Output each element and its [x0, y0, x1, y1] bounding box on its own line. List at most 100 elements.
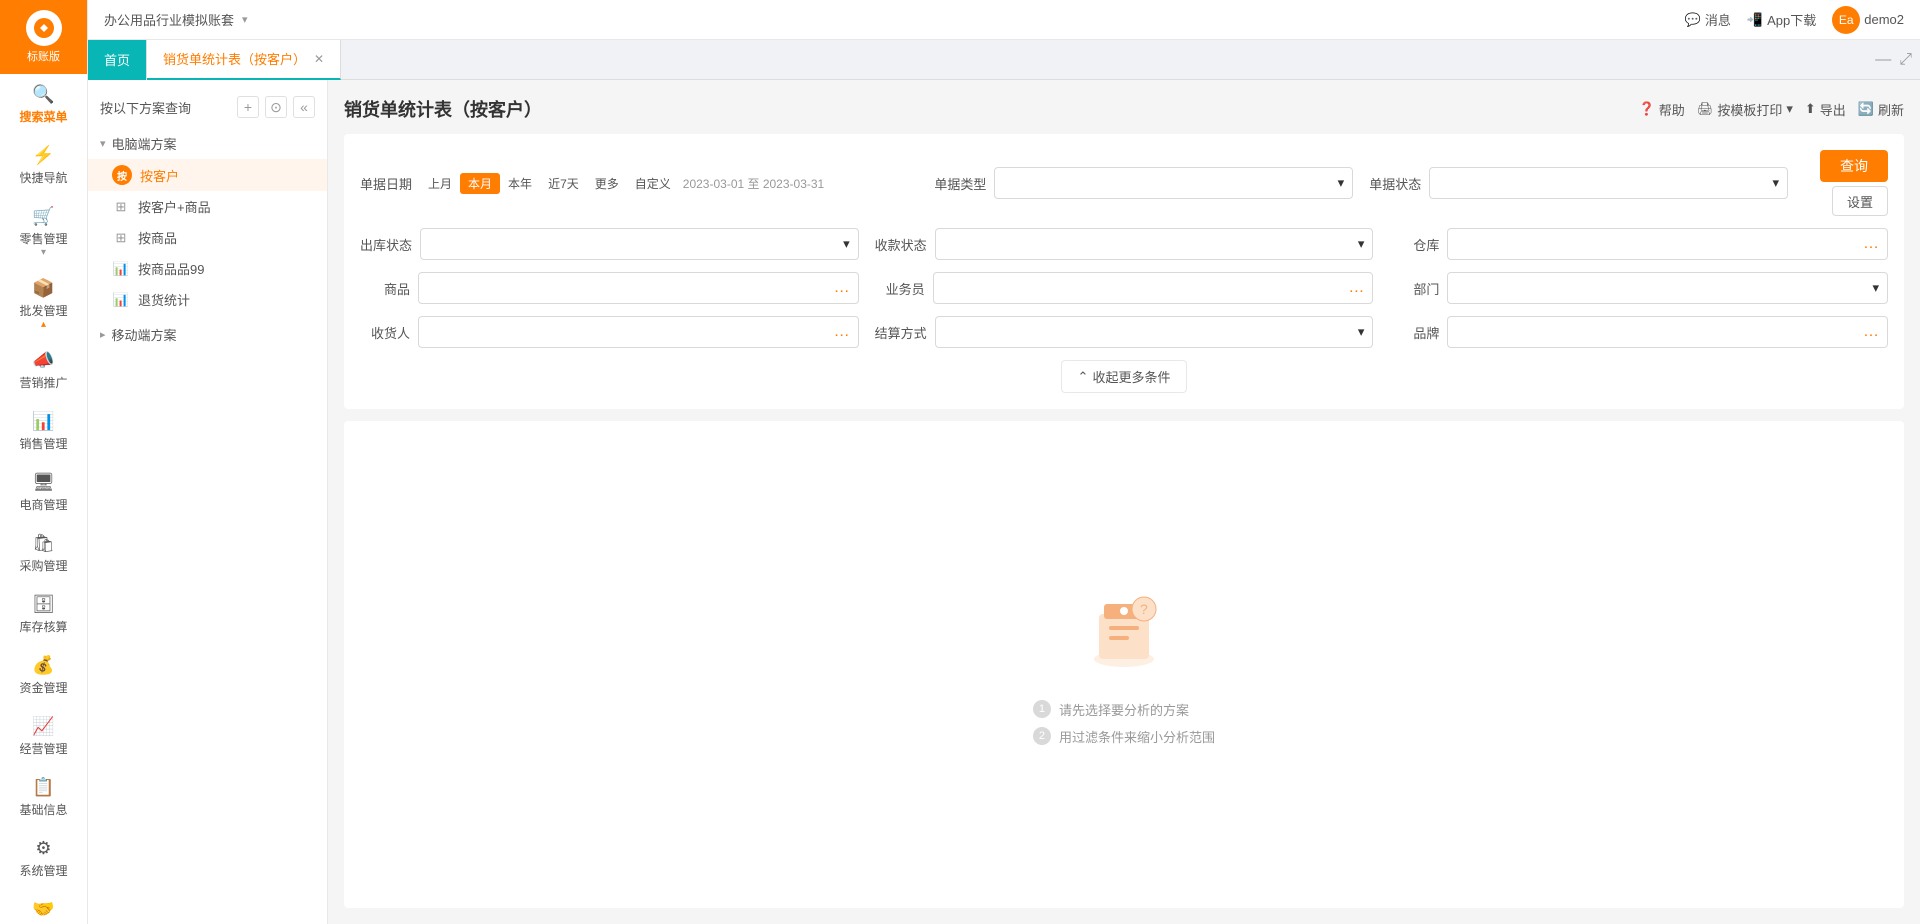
add-scheme-btn[interactable]: +	[237, 96, 259, 118]
date-btn-custom[interactable]: 自定义	[627, 171, 679, 196]
sidebar-menu: 🔍 搜索菜单 ⚡ 快捷导航 🛒 零售管理 ▾ 📦 批发管理 ▴ 📣 营销推广 📊…	[0, 74, 87, 924]
date-btn-more[interactable]: 更多	[587, 171, 627, 196]
tab-report[interactable]: 销货单统计表（按客户） ✕	[147, 40, 341, 80]
tab-home[interactable]: 首页	[88, 40, 147, 80]
refresh-btn[interactable]: 🔄 刷新	[1858, 100, 1904, 119]
sidebar-item-marketing[interactable]: 📣 营销推广	[0, 340, 87, 401]
logo-icon	[26, 10, 62, 46]
brand-dots: …	[1863, 323, 1879, 341]
receiver-label: 收货人	[360, 323, 410, 342]
edit-scheme-btn[interactable]: ⊙	[265, 96, 287, 118]
enterprise-icon: 🤝	[32, 899, 54, 920]
user-area[interactable]: Ea demo2	[1832, 6, 1904, 34]
out-status-label: 出库状态	[360, 235, 412, 254]
salesperson-dots: …	[1348, 279, 1364, 297]
product-icon: ⊞	[112, 229, 130, 247]
payment-method-dropdown[interactable]: ▾	[935, 316, 1374, 348]
empty-state: ? 1 请先选择要分析的方案 2 用过滤条件来缩小分析范围	[344, 524, 1904, 806]
filter-item-out-status: 出库状态 ▾	[360, 228, 859, 260]
sidebar-item-system[interactable]: ⚙ 系统管理	[0, 828, 87, 889]
tree-child-by-customer[interactable]: 按 按客户	[88, 159, 327, 191]
order-status-label: 单据状态	[1369, 174, 1421, 193]
sidebar-item-sales[interactable]: 📊 销售管理	[0, 401, 87, 462]
date-btn-this-month[interactable]: 本月	[460, 173, 500, 194]
top-header: 办公用品行业模拟账套 ▾ 💬 消息 📲 App下载 Ea demo2	[88, 0, 1920, 40]
btn-group: 查询 设置	[1820, 150, 1888, 216]
sidebar-item-search[interactable]: 🔍 搜索菜单	[0, 74, 87, 135]
ecommerce-icon: 🖥	[32, 472, 55, 493]
query-button[interactable]: 查询	[1820, 150, 1888, 182]
filter-item-brand: 品牌 …	[1389, 316, 1888, 348]
avatar: Ea	[1832, 6, 1860, 34]
sidebar-item-retail[interactable]: 🛒 零售管理 ▾	[0, 196, 87, 268]
maximize-icon[interactable]: ⤢	[1899, 51, 1912, 69]
tree-child-by-product99[interactable]: 📊 按商品品99	[88, 253, 327, 284]
collapse-filter-btn[interactable]: ⌃ 收起更多条件	[1061, 360, 1188, 393]
brand-label: 品牌	[1389, 323, 1439, 342]
filter-row-2: 出库状态 ▾ 收款状态 ▾ 仓库	[360, 228, 1888, 260]
collapse-icon: ⌃	[1078, 369, 1089, 385]
message-btn[interactable]: 💬 消息	[1685, 10, 1731, 29]
tree-mobile-parent[interactable]: ▸ 移动端方案	[88, 319, 327, 350]
template-print-btn[interactable]: 🖨 按模板打印 ▾	[1697, 100, 1793, 119]
tab-bar: 首页 销货单统计表（按客户） ✕ — ⤢	[88, 40, 1920, 80]
sidebar-item-purchase[interactable]: 🛍 采购管理	[0, 523, 87, 584]
collapse-panel-btn[interactable]: «	[293, 96, 315, 118]
date-btn-this-year[interactable]: 本年	[500, 171, 540, 196]
sidebar-item-inventory[interactable]: 🗄 库存核算	[0, 584, 87, 645]
empty-tip-1: 1 请先选择要分析的方案	[1033, 700, 1215, 719]
sidebar-item-enterprise[interactable]: 🤝 企业协同	[0, 889, 87, 924]
receiver-input[interactable]: …	[418, 316, 859, 348]
brand-input[interactable]: …	[1447, 316, 1888, 348]
basic-icon: 📋	[32, 777, 54, 798]
export-btn[interactable]: ⬆ 导出	[1805, 100, 1846, 119]
sidebar-item-wholesale[interactable]: 📦 批发管理 ▴	[0, 268, 87, 340]
empty-state-area: ? 1 请先选择要分析的方案 2 用过滤条件来缩小分析范围	[344, 421, 1904, 908]
sales-icon: 📊	[32, 411, 54, 432]
empty-tips: 1 请先选择要分析的方案 2 用过滤条件来缩小分析范围	[1033, 700, 1215, 746]
filter-row-4: 收货人 … 结算方式 ▾ 品牌	[360, 316, 1888, 348]
payment-status-dropdown[interactable]: ▾	[935, 228, 1374, 260]
return-icon: 📊	[112, 291, 130, 309]
sidebar-item-finance[interactable]: 💰 资金管理	[0, 645, 87, 706]
payment-method-label: 结算方式	[875, 323, 927, 342]
tree-child-by-customer-product[interactable]: ⊞ 按客户+商品	[88, 191, 327, 222]
chart-icon: 📊	[112, 260, 130, 278]
help-btn[interactable]: ❓ 帮助	[1639, 100, 1685, 119]
tip-num-2: 2	[1033, 727, 1051, 745]
retail-icon: 🛒	[32, 206, 54, 227]
product-input[interactable]: …	[418, 272, 859, 304]
sidebar-item-basic[interactable]: 📋 基础信息	[0, 767, 87, 828]
filter-item-product: 商品 …	[360, 272, 859, 304]
panel-header: 按以下方案查询 + ⊙ «	[88, 90, 327, 124]
sidebar-item-ecommerce[interactable]: 🖥 电商管理	[0, 462, 87, 523]
message-icon: 💬	[1685, 12, 1701, 28]
tree-child-by-product[interactable]: ⊞ 按商品	[88, 222, 327, 253]
tree-desktop-parent[interactable]: ▾ 电脑端方案	[88, 128, 327, 159]
date-btn-last7[interactable]: 近7天	[540, 171, 587, 196]
salesperson-label: 业务员	[875, 279, 925, 298]
minimize-icon[interactable]: —	[1875, 51, 1891, 69]
tab-close-icon[interactable]: ✕	[314, 52, 324, 66]
tree-child-return-stats[interactable]: 📊 退货统计	[88, 284, 327, 315]
salesperson-input[interactable]: …	[933, 272, 1374, 304]
app-download-btn[interactable]: 📲 App下载	[1747, 10, 1816, 29]
filter-item-payment-status: 收款状态 ▾	[875, 228, 1374, 260]
print-icon: 🖨	[1697, 101, 1714, 117]
date-btn-last-month[interactable]: 上月	[420, 171, 460, 196]
suite-dropdown-icon[interactable]: ▾	[242, 13, 248, 26]
date-label: 单据日期	[360, 174, 412, 193]
settings-button[interactable]: 设置	[1832, 186, 1888, 216]
order-type-dropdown[interactable]: ▾	[994, 167, 1353, 199]
sidebar-item-operations[interactable]: 📈 经营管理	[0, 706, 87, 767]
order-status-dropdown[interactable]: ▾	[1429, 167, 1788, 199]
out-status-dropdown[interactable]: ▾	[420, 228, 859, 260]
date-range: 2023-03-01 至 2023-03-31	[683, 175, 824, 192]
warehouse-input[interactable]: …	[1447, 228, 1888, 260]
sidebar-item-quicknav[interactable]: ⚡ 快捷导航	[0, 135, 87, 196]
svg-text:?: ?	[1140, 601, 1148, 617]
filter-item-payment-method: 结算方式 ▾	[875, 316, 1374, 348]
department-dropdown[interactable]: ▾	[1447, 272, 1888, 304]
product-dots: …	[834, 279, 850, 297]
purchase-icon: 🛍	[32, 533, 55, 554]
